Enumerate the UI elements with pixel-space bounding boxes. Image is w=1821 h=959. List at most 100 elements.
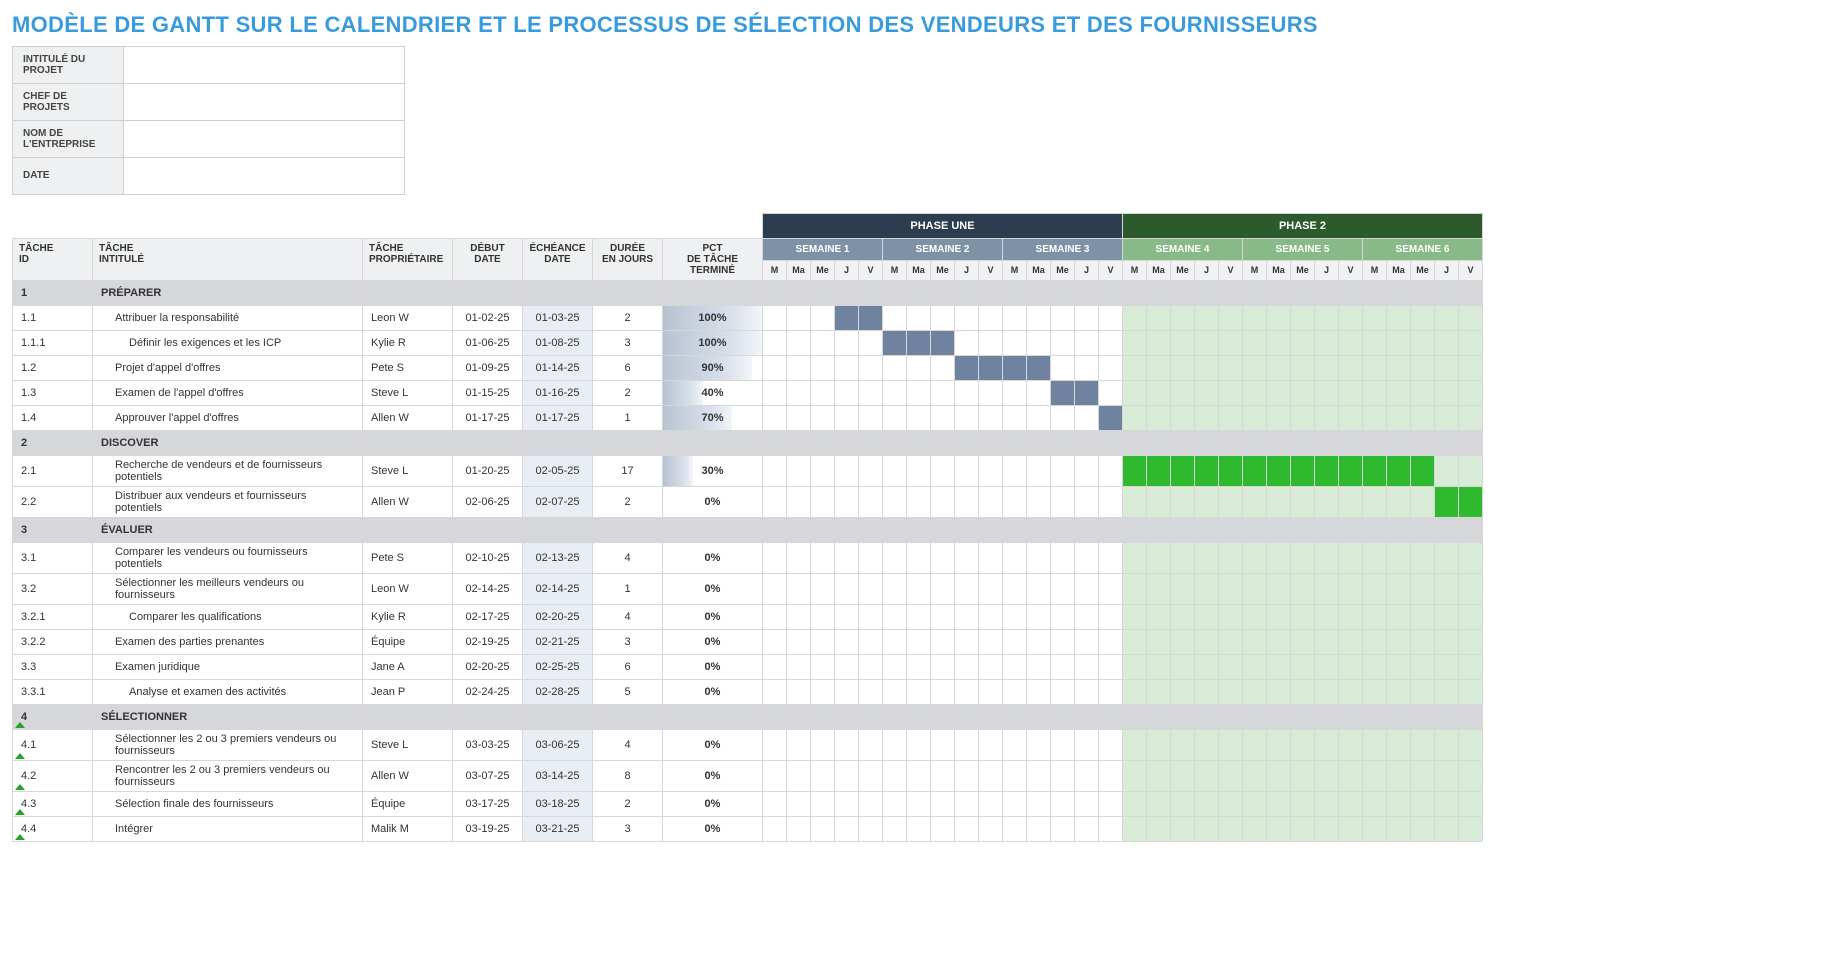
task-due: 03-14-25: [523, 761, 593, 792]
gantt-cell: [1387, 406, 1411, 431]
gantt-cell: [1387, 605, 1411, 630]
gantt-cell: [1315, 817, 1339, 842]
gantt-cell: [1123, 817, 1147, 842]
gantt-cell: [1291, 406, 1315, 431]
gantt-cell: [907, 630, 931, 655]
gantt-cell: [1075, 456, 1099, 487]
gantt-cell: [1339, 406, 1363, 431]
task-duration: 17: [593, 456, 663, 487]
gantt-cell: [1003, 630, 1027, 655]
task-owner: Jane A: [363, 655, 453, 680]
gantt-cell: [1267, 381, 1291, 406]
gantt-cell: [835, 680, 859, 705]
gantt-cell: [1291, 331, 1315, 356]
gantt-cell: [1219, 792, 1243, 817]
gantt-cell: [1123, 605, 1147, 630]
gantt-cell: [787, 331, 811, 356]
gantt-cell: [979, 761, 1003, 792]
gantt-cell: [1339, 356, 1363, 381]
task-id: 1.4: [13, 406, 93, 431]
table-row: 3.2.1Comparer les qualificationsKylie R0…: [13, 605, 1483, 630]
group-row: 3ÉVALUER: [13, 518, 1483, 543]
col-header-start: DÉBUTDATE: [453, 239, 523, 281]
task-owner: Kylie R: [363, 605, 453, 630]
gantt-cell: [1459, 605, 1483, 630]
gantt-cell: [1435, 487, 1459, 518]
gantt-cell: [1219, 406, 1243, 431]
gantt-cell: [883, 381, 907, 406]
task-duration: 4: [593, 605, 663, 630]
gantt-cell: [1243, 356, 1267, 381]
gantt-cell: [835, 792, 859, 817]
col-header-due: ÉCHÉANCEDATE: [523, 239, 593, 281]
task-owner: Leon W: [363, 574, 453, 605]
gantt-cell: [763, 680, 787, 705]
gantt-cell: [955, 630, 979, 655]
task-title: Rencontrer les 2 ou 3 premiers vendeurs …: [93, 761, 363, 792]
gantt-cell: [979, 817, 1003, 842]
task-owner: Pete S: [363, 543, 453, 574]
gantt-cell: [1219, 331, 1243, 356]
task-id: 4.2: [13, 761, 93, 792]
gantt-cell: [1099, 456, 1123, 487]
gantt-cell: [1027, 730, 1051, 761]
gantt-cell: [1075, 487, 1099, 518]
gantt-cell: [1099, 331, 1123, 356]
info-value-company-name[interactable]: [124, 121, 405, 158]
col-header-task-id: TÂCHEID: [13, 239, 93, 281]
gantt-cell: [1051, 456, 1075, 487]
task-title: DISCOVER: [93, 431, 363, 456]
task-owner: Équipe: [363, 630, 453, 655]
gantt-cell: [979, 406, 1003, 431]
gantt-cell: [1339, 381, 1363, 406]
gantt-cell: [1267, 306, 1291, 331]
gantt-cell: [1099, 817, 1123, 842]
table-row: 1.4Approuver l'appel d'offresAllen W01-1…: [13, 406, 1483, 431]
gantt-cell: [979, 456, 1003, 487]
gantt-cell: [811, 306, 835, 331]
day-header: J: [835, 260, 859, 280]
gantt-cell: [931, 761, 955, 792]
gantt-cell: [1411, 817, 1435, 842]
gantt-cell: [1171, 630, 1195, 655]
gantt-cell: [907, 331, 931, 356]
gantt-cell: [1123, 680, 1147, 705]
gantt-cell: [1123, 655, 1147, 680]
gantt-table: PHASE UNEPHASE 2TÂCHEIDTÂCHEINTITULÉTÂCH…: [12, 213, 1483, 842]
gantt-cell: [1291, 680, 1315, 705]
gantt-cell: [1339, 817, 1363, 842]
gantt-cell: [787, 406, 811, 431]
gantt-cell: [1027, 655, 1051, 680]
gantt-cell: [1243, 306, 1267, 331]
gantt-cell: [1219, 680, 1243, 705]
task-start: 01-17-25: [453, 406, 523, 431]
info-value-project-manager[interactable]: [124, 84, 405, 121]
task-start: 01-15-25: [453, 381, 523, 406]
gantt-cell: [955, 655, 979, 680]
gantt-cell: [835, 630, 859, 655]
task-duration: 8: [593, 761, 663, 792]
gantt-cell: [1195, 306, 1219, 331]
gantt-cell: [1099, 543, 1123, 574]
gantt-cell: [1363, 356, 1387, 381]
info-value-project-title[interactable]: [124, 47, 405, 84]
gantt-cell: [1363, 630, 1387, 655]
gantt-cell: [859, 331, 883, 356]
gantt-cell: [931, 792, 955, 817]
gantt-cell: [979, 306, 1003, 331]
task-id: 3.1: [13, 543, 93, 574]
gantt-cell: [931, 381, 955, 406]
gantt-cell: [1027, 331, 1051, 356]
gantt-cell: [1003, 574, 1027, 605]
gantt-cell: [1363, 543, 1387, 574]
gantt-cell: [1315, 356, 1339, 381]
task-pct: 0%: [663, 487, 763, 518]
gantt-cell: [979, 655, 1003, 680]
gantt-cell: [1003, 817, 1027, 842]
gantt-cell: [1339, 605, 1363, 630]
gantt-cell: [1003, 655, 1027, 680]
gantt-cell: [835, 356, 859, 381]
info-value-date[interactable]: [124, 158, 405, 195]
gantt-cell: [1267, 487, 1291, 518]
task-start: 03-07-25: [453, 761, 523, 792]
